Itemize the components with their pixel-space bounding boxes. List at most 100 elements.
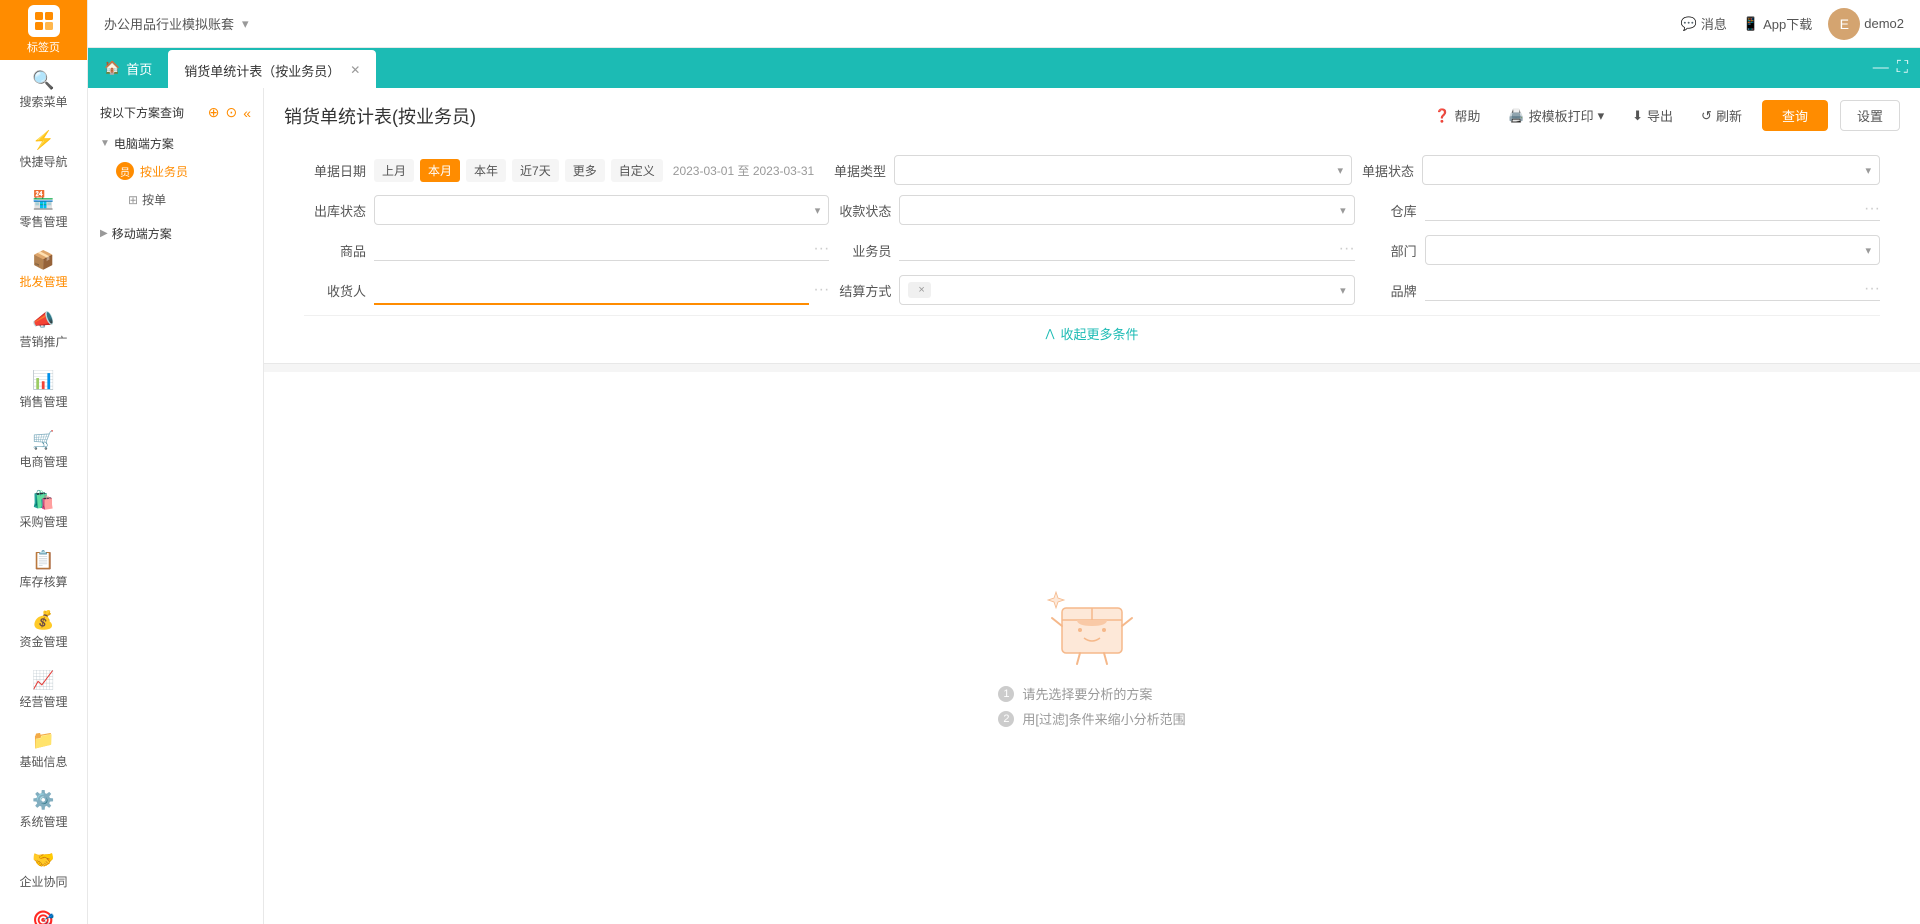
sidebar-item-system-label: 系统管理: [19, 813, 67, 830]
topbar: 办公用品行业模拟账套 ▾ 💬 消息 📱 App下载 E demo2: [88, 0, 1920, 48]
message-label: 消息: [1701, 14, 1727, 33]
help-btn[interactable]: ❓ 帮助: [1426, 102, 1488, 129]
topbar-dropdown-icon[interactable]: ▾: [242, 16, 249, 32]
export-icon: ⬇: [1632, 108, 1643, 124]
mobile-scheme-label: 移动端方案: [112, 225, 172, 242]
date-btn-7days[interactable]: 近7天: [512, 159, 559, 182]
sidebar-item-basic[interactable]: 📁 基础信息: [0, 720, 88, 780]
date-btn-last-month[interactable]: 上月: [374, 159, 414, 182]
sidebar-item-operation[interactable]: 📈 经营管理: [0, 660, 88, 720]
filter-col-doc-status: 单据状态 ▾: [1352, 155, 1880, 185]
warehouse-dots-icon[interactable]: ···: [1864, 200, 1880, 218]
sales-icon: 📊: [32, 370, 54, 391]
app-download-btn[interactable]: 📱 App下载: [1743, 14, 1812, 33]
collapse-arrow-icon: ⋀: [1045, 327, 1054, 340]
export-label: 导出: [1647, 106, 1673, 125]
page-actions: ❓ 帮助 🖨️ 按模板打印 ▾ ⬇ 导出 ↺: [1426, 100, 1900, 131]
basic-icon: 📁: [32, 730, 54, 751]
collapse-row: ⋀ 收起更多条件: [304, 315, 1880, 351]
refresh-btn[interactable]: ↺ 刷新: [1693, 102, 1750, 129]
order-sub-icon: ⊞: [128, 193, 138, 207]
left-panel: 按以下方案查询 ⊕ ⊙ « ▼ 电脑端方案 员 按业务员 ⊞ 按: [88, 88, 264, 924]
filter-row-3: 商品 ··· 业务员 ···: [304, 235, 1880, 265]
salesman-dot-icon: 员: [116, 162, 134, 180]
settings-scheme-icon[interactable]: ⊙: [225, 104, 237, 121]
tab-report[interactable]: 销货单统计表（按业务员） ✕: [168, 50, 376, 90]
date-btn-this-year[interactable]: 本年: [466, 159, 506, 182]
sidebar-item-search[interactable]: 🔍 搜索菜单: [0, 60, 88, 120]
sidebar-item-finance[interactable]: 💰 资金管理: [0, 600, 88, 660]
collapse-panel-icon[interactable]: «: [243, 105, 251, 121]
date-btn-custom[interactable]: 自定义: [611, 159, 663, 182]
consignee-label: 收货人: [304, 281, 374, 300]
add-scheme-icon[interactable]: ⊕: [208, 104, 220, 121]
goods-dots-icon[interactable]: ···: [813, 240, 829, 258]
sidebar-item-marketing-label: 营销推广: [19, 333, 67, 350]
message-icon: 💬: [1681, 16, 1697, 32]
goods-label: 商品: [304, 241, 374, 260]
collapse-btn[interactable]: ⋀ 收起更多条件: [304, 316, 1880, 351]
help-icon: ❓: [1434, 108, 1450, 124]
sidebar-item-quick-nav[interactable]: ⚡ 快捷导航: [0, 120, 88, 180]
scheme-item-salesman[interactable]: 员 按业务员: [88, 156, 263, 186]
date-btn-more[interactable]: 更多: [565, 159, 605, 182]
app-logo-text: 标签页: [27, 39, 60, 55]
settlement-label: 结算方式: [829, 281, 899, 300]
doc-type-label: 单据类型: [824, 161, 894, 180]
sidebar-item-purchase[interactable]: 🛍️ 采购管理: [0, 480, 88, 540]
sidebar-item-quick-nav-label: 快捷导航: [19, 153, 67, 170]
tab-maximize-icon[interactable]: ⛶: [1897, 59, 1908, 77]
sidebar: 标签页 🔍 搜索菜单 ⚡ 快捷导航 🏪 零售管理 📦 批发管理 📣 营销推广 📊…: [0, 0, 88, 924]
consignee-dots-icon[interactable]: ···: [813, 281, 829, 299]
template-print-btn[interactable]: 🖨️ 按模板打印 ▾: [1500, 102, 1612, 129]
settlement-tag-close-icon[interactable]: ×: [918, 284, 924, 296]
outstock-select[interactable]: ▾: [374, 195, 829, 225]
settlement-select[interactable]: × ▾: [899, 275, 1354, 305]
date-group: 上月 本月 本年 近7天 更多 自定义 2023-03-01 至 2023-03…: [374, 159, 814, 182]
sidebar-item-retail[interactable]: 🏪 零售管理: [0, 180, 88, 240]
filter-col-settlement: 结算方式 × ▾: [829, 275, 1354, 305]
tab-home[interactable]: 🏠 首页: [88, 48, 168, 88]
user-name: demo2: [1864, 16, 1904, 31]
desktop-scheme-title[interactable]: ▼ 电脑端方案: [88, 131, 263, 156]
receipt-select[interactable]: ▾: [899, 195, 1354, 225]
sidebar-item-enterprise[interactable]: 🤝 企业协同: [0, 840, 88, 900]
sidebar-item-sales[interactable]: 📊 销售管理: [0, 360, 88, 420]
ecommerce-icon: 🛒: [32, 430, 54, 451]
logo-icon: [28, 5, 60, 37]
doc-status-select[interactable]: ▾: [1422, 155, 1880, 185]
date-btn-this-month[interactable]: 本月: [420, 159, 460, 182]
consignee-input[interactable]: [374, 275, 809, 305]
sidebar-item-system[interactable]: ⚙️ 系统管理: [0, 780, 88, 840]
sidebar-item-ecommerce[interactable]: 🛒 电商管理: [0, 420, 88, 480]
filter-col-goods: 商品 ···: [304, 240, 829, 261]
scheme-item-order[interactable]: ⊞ 按单: [88, 186, 263, 213]
tab-close-icon[interactable]: ✕: [350, 63, 360, 77]
mobile-scheme-title[interactable]: ▶ 移动端方案: [88, 221, 263, 246]
phone-icon: 📱: [1743, 16, 1759, 32]
settings-button[interactable]: 设置: [1840, 100, 1900, 131]
export-btn[interactable]: ⬇ 导出: [1624, 102, 1681, 129]
sidebar-item-marketing[interactable]: 📣 营销推广: [0, 300, 88, 360]
date-label: 单据日期: [304, 161, 374, 180]
empty-tips: 1 请先选择要分析的方案 2 用[过滤]条件来缩小分析范围: [998, 684, 1185, 728]
tab-minimize-icon[interactable]: —: [1873, 59, 1889, 77]
query-button[interactable]: 查询: [1762, 100, 1828, 131]
brand-dots-icon[interactable]: ···: [1864, 280, 1880, 298]
salesman-dots-icon[interactable]: ···: [1339, 240, 1355, 258]
print-dropdown-icon: ▾: [1598, 108, 1605, 124]
scheme-item-salesman-label: 按业务员: [140, 163, 188, 180]
settlement-arrow-icon: ▾: [1340, 284, 1346, 297]
dept-select[interactable]: ▾: [1425, 235, 1880, 265]
help-label: 帮助: [1454, 106, 1480, 125]
doc-type-select[interactable]: ▾: [894, 155, 1352, 185]
sidebar-item-wholesale[interactable]: 📦 批发管理: [0, 240, 88, 300]
user-menu[interactable]: E demo2: [1828, 8, 1904, 40]
home-icon: 🏠: [104, 60, 120, 76]
sidebar-item-wholesale-label: 批发管理: [19, 273, 67, 290]
sidebar-item-guide[interactable]: 🎯 新手引导: [0, 900, 88, 924]
filter-col-brand: 品牌 ···: [1355, 280, 1880, 301]
filter-col-salesman: 业务员 ···: [829, 240, 1354, 261]
sidebar-item-inventory[interactable]: 📋 库存核算: [0, 540, 88, 600]
message-btn[interactable]: 💬 消息: [1681, 14, 1727, 33]
